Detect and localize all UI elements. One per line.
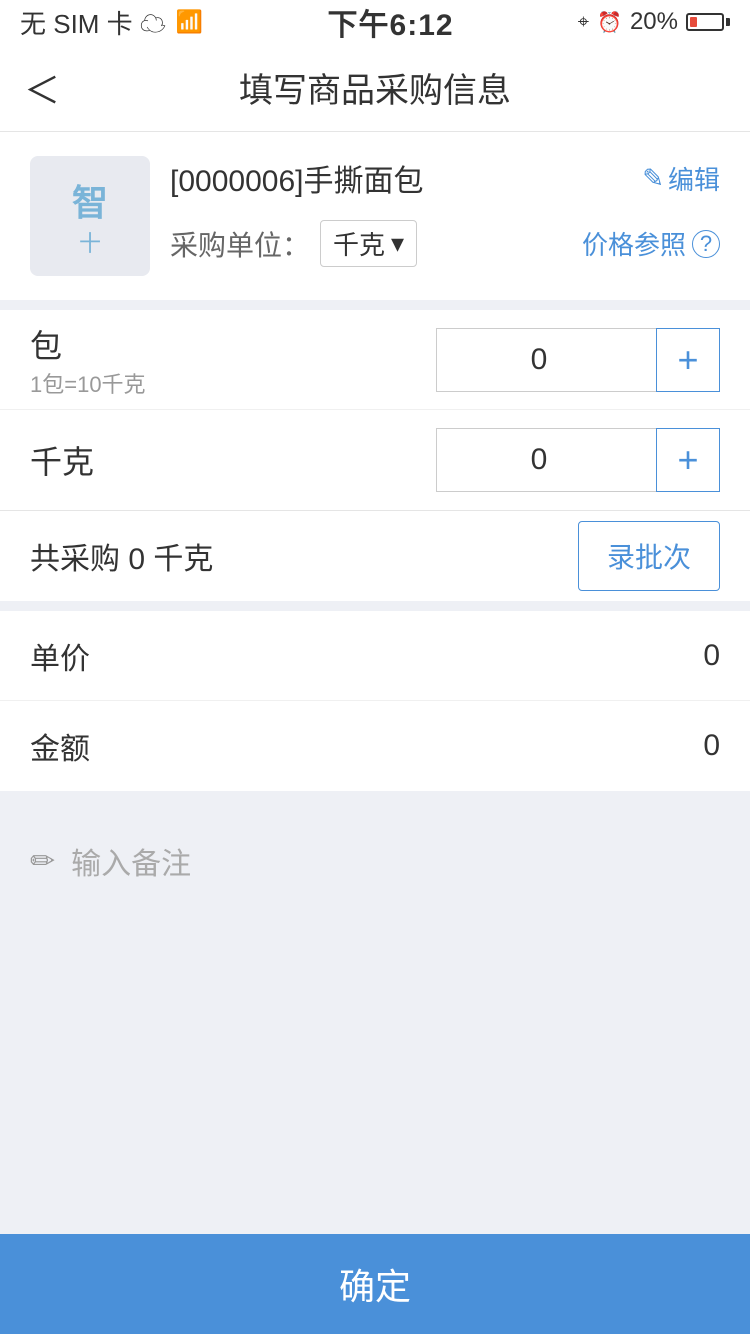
qty-label-kg: 千克 — [30, 437, 190, 483]
quantity-section: 包 1包=10千克 + 千克 + — [0, 310, 750, 511]
edit-icon: ✎ — [642, 163, 664, 194]
total-text: 共采购 0 千克 — [30, 534, 213, 578]
qty-input-block-kg: + — [190, 428, 720, 492]
back-button[interactable]: ＜ — [24, 62, 60, 114]
amount-value: 0 — [703, 729, 720, 763]
battery-percent: 20% — [630, 8, 678, 36]
unit-value: 千克 — [333, 225, 385, 262]
status-time: 下午6:12 — [328, 0, 454, 44]
edit-label: 编辑 — [668, 160, 720, 197]
kg-label: 千克 — [30, 437, 190, 483]
unit-price-label: 单价 — [30, 634, 90, 678]
qty-label-bag: 包 1包=10千克 — [30, 321, 190, 399]
status-bar: 无 SIM 卡 ☁ 📶 下午6:12 ⌖ ⏰ 20% — [0, 0, 750, 44]
unit-price-value: 0 — [703, 639, 720, 673]
remark-placeholder: 输入备注 — [71, 839, 191, 883]
qty-input-block-bag: + — [190, 328, 720, 392]
status-left: 无 SIM 卡 ☁ 📶 — [20, 4, 203, 41]
price-info-section: 单价 0 金额 0 — [0, 611, 750, 801]
chevron-down-icon: ▾ — [391, 228, 404, 259]
product-card: 智 十 [0000006]手撕面包 ✎ 编辑 采购单位： 千克 ▾ — [0, 132, 750, 310]
edit-button[interactable]: ✎ 编辑 — [642, 160, 720, 197]
amount-label: 金额 — [30, 724, 90, 768]
battery-icon — [686, 13, 730, 31]
status-right: ⌖ ⏰ 20% — [578, 8, 730, 36]
kg-plus-button[interactable]: + — [656, 428, 720, 492]
record-batch-button[interactable]: 录批次 — [578, 521, 720, 591]
qty-row-kg: 千克 + — [0, 410, 750, 510]
price-ref-icon: ? — [692, 230, 720, 258]
unit-label: 采购单位： — [170, 224, 310, 264]
confirm-button[interactable]: 确定 — [0, 1234, 750, 1334]
total-section: 共采购 0 千克 录批次 — [0, 511, 750, 611]
product-name: [0000006]手撕面包 — [170, 156, 423, 200]
unit-select[interactable]: 千克 ▾ — [320, 220, 417, 267]
amount-row: 金额 0 — [0, 701, 750, 791]
bag-sub-label: 1包=10千克 — [30, 367, 190, 399]
logo-sub: 十 — [79, 226, 101, 258]
kg-quantity-input[interactable] — [436, 428, 656, 492]
location-icon: ⌖ — [578, 11, 589, 34]
pencil-icon: ✏ — [30, 844, 55, 879]
alarm-icon: ⏰ — [597, 10, 622, 35]
bag-label: 包 — [30, 321, 190, 367]
wifi-icon: 📶 — [176, 9, 203, 35]
page-title: 填写商品采购信息 — [239, 63, 511, 112]
bag-quantity-input[interactable] — [436, 328, 656, 392]
product-info: [0000006]手撕面包 ✎ 编辑 采购单位： 千克 ▾ 价格参照 ? — [170, 156, 720, 267]
product-image: 智 十 — [30, 156, 150, 276]
logo-main: 智 — [72, 174, 108, 226]
qty-row-bag: 包 1包=10千克 + — [0, 310, 750, 410]
unit-price-row: 单价 0 — [0, 611, 750, 701]
product-unit-row: 采购单位： 千克 ▾ 价格参照 ? — [170, 220, 720, 267]
nav-bar: ＜ 填写商品采购信息 — [0, 44, 750, 132]
bag-plus-button[interactable]: + — [656, 328, 720, 392]
remark-section[interactable]: ✏ 输入备注 — [0, 801, 750, 921]
price-ref-label: 价格参照 — [582, 225, 686, 262]
price-ref-button[interactable]: 价格参照 ? — [582, 225, 720, 262]
product-title-row: [0000006]手撕面包 ✎ 编辑 — [170, 156, 720, 200]
sim-label: 无 SIM 卡 ☁ — [20, 4, 166, 41]
spacer — [0, 921, 750, 1234]
